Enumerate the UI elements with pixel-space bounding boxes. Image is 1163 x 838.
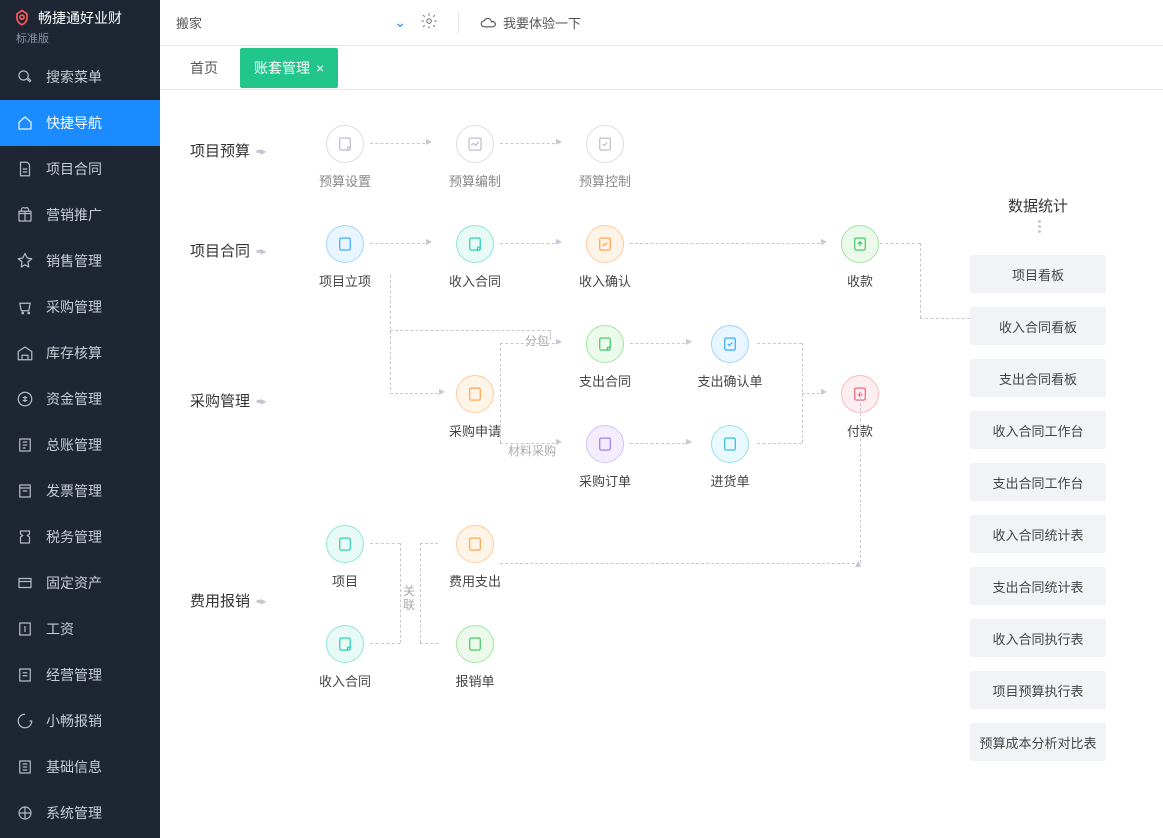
ledger-icon [16, 436, 34, 454]
sidebar-item-7[interactable]: 资金管理 [0, 376, 160, 422]
sidebar-item-8[interactable]: 总账管理 [0, 422, 160, 468]
main: 搬家 ⌄ 我要体验一下 首页账套管理× 项目预算▪▪▸ 项目合同▪▪▸ 采购管理… [160, 0, 1163, 838]
node-purchase-apply[interactable]: 采购申请 [435, 375, 515, 440]
tag-material: 材料采购 [508, 442, 556, 459]
logo-icon [12, 8, 32, 28]
sidebar-item-6[interactable]: 库存核算 [0, 330, 160, 376]
sidebar-item-5[interactable]: 采购管理 [0, 284, 160, 330]
sidebar-item-9[interactable]: 发票管理 [0, 468, 160, 514]
sidebar-item-11[interactable]: 固定资产 [0, 560, 160, 606]
stat-btn-0[interactable]: 项目看板 [970, 255, 1106, 293]
node-budget-control[interactable]: 预算控制 [565, 125, 645, 190]
try-label: 我要体验一下 [503, 13, 581, 32]
salary-icon [16, 620, 34, 638]
node-exp-income[interactable]: 收入合同 [305, 625, 385, 690]
doc-icon [16, 160, 34, 178]
sidebar-item-10[interactable]: 税务管理 [0, 514, 160, 560]
tab-1[interactable]: 账套管理× [240, 48, 338, 88]
try-button[interactable]: 我要体验一下 [479, 13, 581, 32]
tabs: 首页账套管理× [160, 46, 1163, 90]
sidebar-item-12[interactable]: 工资 [0, 606, 160, 652]
system-icon [16, 804, 34, 822]
sidebar-item-0[interactable]: 搜索菜单 [0, 54, 160, 100]
row-procure-title: 采购管理▪▪▸ [190, 390, 265, 411]
node-project-init[interactable]: 项目立项 [305, 225, 385, 290]
stats-title: 数据统计 [978, 195, 1098, 216]
sidebar-item-1[interactable]: 快捷导航 [0, 100, 160, 146]
edition-label: 标准版 [0, 30, 160, 54]
info-icon [16, 758, 34, 776]
gift-icon [16, 206, 34, 224]
tax-icon [16, 528, 34, 546]
stat-btn-5[interactable]: 收入合同统计表 [970, 515, 1106, 553]
company-name: 搬家 [176, 13, 202, 32]
node-exp-form[interactable]: 报销单 [435, 625, 515, 690]
node-exp-out[interactable]: 费用支出 [435, 525, 515, 590]
stat-btn-7[interactable]: 收入合同执行表 [970, 619, 1106, 657]
stat-btn-8[interactable]: 项目预算执行表 [970, 671, 1106, 709]
cloud-icon [479, 14, 497, 32]
brand-name: 畅捷通好业财 [38, 8, 122, 28]
company-selector[interactable]: 搬家 ⌄ [176, 13, 406, 32]
node-receipt[interactable]: 收款 [820, 225, 900, 290]
sidebar-item-4[interactable]: 销售管理 [0, 238, 160, 284]
stat-btn-1[interactable]: 收入合同看板 [970, 307, 1106, 345]
sidebar-item-14[interactable]: 小畅报销 [0, 698, 160, 744]
search-icon [16, 68, 34, 86]
row-budget-title: 项目预算▪▪▸ [190, 140, 265, 161]
row-contract-title: 项目合同▪▪▸ [190, 240, 265, 261]
node-goods-receipt[interactable]: 进货单 [690, 425, 770, 490]
asset-icon [16, 574, 34, 592]
sidebar-item-16[interactable]: 系统管理 [0, 790, 160, 836]
dots-icon [1038, 220, 1040, 240]
sidebar-item-3[interactable]: 营销推广 [0, 192, 160, 238]
node-expend-contract[interactable]: 支出合同 [565, 325, 645, 390]
stat-btn-4[interactable]: 支出合同工作台 [970, 463, 1106, 501]
node-expend-confirm[interactable]: 支出确认单 [690, 325, 770, 390]
brand-logo: 畅捷通好业财 [0, 0, 160, 30]
warehouse-icon [16, 344, 34, 362]
node-purchase-order[interactable]: 采购订单 [565, 425, 645, 490]
money-icon [16, 390, 34, 408]
reimb-icon [16, 712, 34, 730]
cart-icon [16, 298, 34, 316]
row-expense-title: 费用报销▪▪▸ [190, 590, 265, 611]
stat-btn-6[interactable]: 支出合同统计表 [970, 567, 1106, 605]
node-income-contract[interactable]: 收入合同 [435, 225, 515, 290]
topbar: 搬家 ⌄ 我要体验一下 [160, 0, 1163, 46]
sidebar-item-2[interactable]: 项目合同 [0, 146, 160, 192]
stat-btn-3[interactable]: 收入合同工作台 [970, 411, 1106, 449]
chevron-down-icon: ⌄ [394, 14, 406, 31]
sidebar-item-15[interactable]: 基础信息 [0, 744, 160, 790]
biz-icon [16, 666, 34, 684]
tab-0[interactable]: 首页 [176, 48, 232, 88]
sidebar-item-13[interactable]: 经营管理 [0, 652, 160, 698]
node-budget-setup[interactable]: 预算设置 [305, 125, 385, 190]
sidebar-list: 搜索菜单快捷导航项目合同营销推广销售管理采购管理库存核算资金管理总账管理发票管理… [0, 54, 160, 838]
tag-subcontract: 分包 [525, 332, 549, 349]
sale-icon [16, 252, 34, 270]
stat-btn-9[interactable]: 预算成本分析对比表 [970, 723, 1106, 761]
assoc-label: 关 联 [403, 584, 415, 613]
gear-icon[interactable] [420, 12, 438, 33]
home-icon [16, 114, 34, 132]
invoice-icon [16, 482, 34, 500]
flow-canvas: 项目预算▪▪▸ 项目合同▪▪▸ 采购管理▪▪▸ 费用报销▪▪▸ 预算设置 预算编… [160, 90, 1163, 838]
node-exp-project[interactable]: 项目 [305, 525, 385, 590]
stat-btn-2[interactable]: 支出合同看板 [970, 359, 1106, 397]
node-income-confirm[interactable]: 收入确认 [565, 225, 645, 290]
divider [458, 12, 459, 34]
close-icon[interactable]: × [316, 61, 324, 75]
sidebar: 畅捷通好业财 标准版 搜索菜单快捷导航项目合同营销推广销售管理采购管理库存核算资… [0, 0, 160, 838]
node-budget-compile[interactable]: 预算编制 [435, 125, 515, 190]
